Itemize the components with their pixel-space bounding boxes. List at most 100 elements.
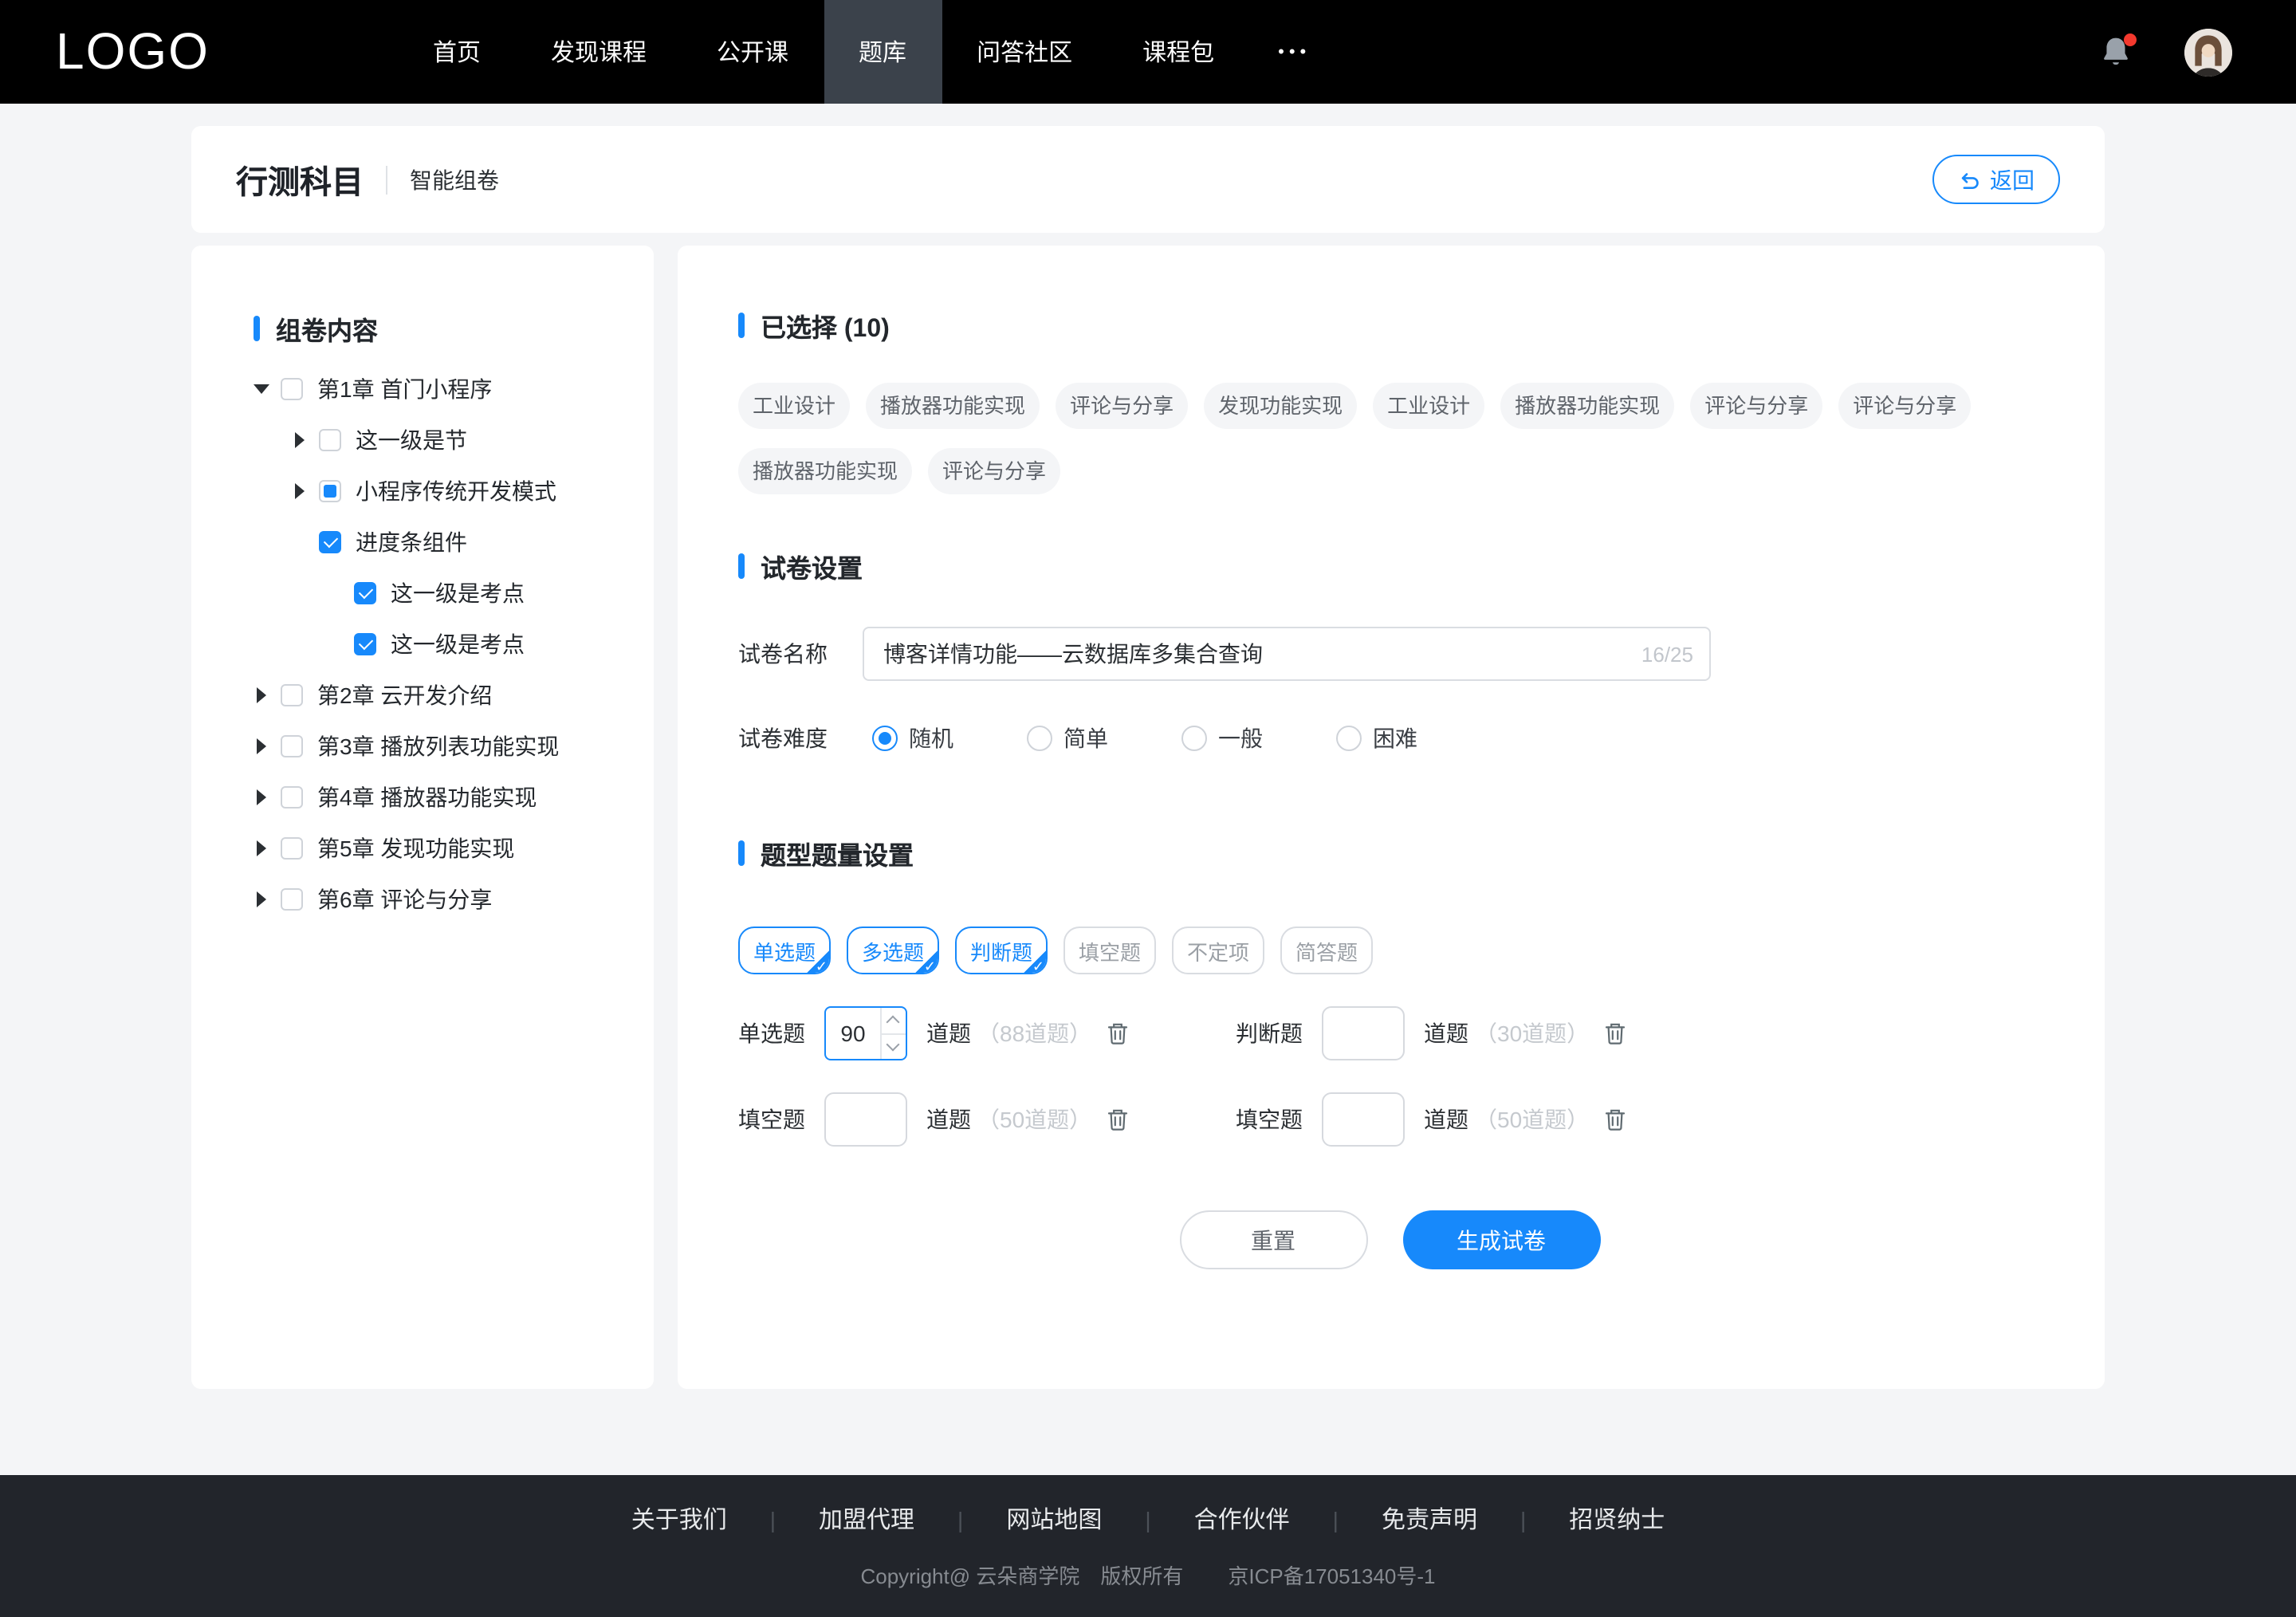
question-quantity-rows: 单选题 道题 （88道题） 判断题 道题 （30道题） (738, 1006, 2041, 1147)
section-title-bar (254, 316, 260, 341)
question-quantity-row: 判断题 道题 （30道题） (1236, 1006, 1627, 1060)
quantity-input[interactable] (826, 1094, 906, 1145)
tree-expand-arrow-icon[interactable] (254, 686, 269, 705)
nav-item[interactable]: 首页 (398, 0, 516, 104)
tree-checkbox[interactable] (281, 837, 303, 860)
delete-button[interactable] (1104, 1021, 1130, 1046)
selected-tag[interactable]: 评论与分享 (1838, 383, 1972, 429)
footer-link[interactable]: 加盟代理 (819, 1502, 1006, 1536)
footer-link[interactable]: 招贤纳士 (1569, 1502, 1665, 1536)
question-type-button[interactable]: 多选题 (847, 927, 939, 974)
tree-checkbox[interactable] (354, 582, 376, 604)
delete-button[interactable] (1602, 1021, 1627, 1046)
selected-check-icon (805, 949, 829, 973)
question-type-button[interactable]: 单选题 (738, 927, 831, 974)
tree-expand-arrow-icon[interactable] (292, 431, 308, 450)
tree-row[interactable]: 这一级是考点 (254, 619, 628, 670)
radio-icon (1181, 726, 1207, 751)
selected-tag[interactable]: 播放器功能实现 (866, 383, 1040, 429)
tree-expand-arrow-icon[interactable] (254, 737, 269, 756)
tree-expand-arrow-icon[interactable] (254, 380, 269, 399)
question-type-label: 不定项 (1186, 940, 1249, 964)
char-counter: 16/25 (1641, 642, 1693, 666)
question-type-button[interactable]: 判断题 (955, 927, 1048, 974)
generate-paper-button[interactable]: 生成试卷 (1402, 1210, 1600, 1269)
quantity-input[interactable] (1323, 1094, 1403, 1145)
nav-item[interactable]: 发现课程 (516, 0, 682, 104)
tree-checkbox[interactable] (281, 378, 303, 400)
tree-expand-arrow-icon[interactable] (254, 788, 269, 807)
footer-links: 关于我们加盟代理网站地图合作伙伴免责声明招贤纳士 (0, 1502, 2296, 1536)
reset-button[interactable]: 重置 (1179, 1210, 1367, 1269)
tree-expand-arrow-icon[interactable] (292, 482, 308, 501)
question-type-button[interactable]: 填空题 (1063, 927, 1156, 974)
nav-item[interactable]: 题库 (824, 0, 942, 104)
selected-tag[interactable]: 播放器功能实现 (738, 448, 913, 494)
difficulty-radio[interactable]: 随机 (872, 722, 953, 754)
selected-tag[interactable]: 评论与分享 (928, 448, 1061, 494)
difficulty-radio[interactable]: 一般 (1181, 722, 1263, 754)
selected-tag[interactable]: 工业设计 (1373, 383, 1485, 429)
tree-checkbox[interactable] (281, 735, 303, 757)
nav-item[interactable]: 公开课 (682, 0, 824, 104)
tree-checkbox[interactable] (281, 888, 303, 911)
tree-row[interactable]: 这一级是节 (254, 415, 628, 466)
tree-checkbox[interactable] (354, 633, 376, 655)
page-header: 行测科目 智能组卷 返回 (191, 126, 2105, 233)
delete-button[interactable] (1602, 1107, 1627, 1132)
quantity-input[interactable] (1323, 1008, 1403, 1059)
tree-row[interactable]: 第6章 评论与分享 (254, 874, 628, 925)
difficulty-radio[interactable]: 简单 (1027, 722, 1108, 754)
question-quantity-row: 单选题 道题 （88道题） (738, 1006, 1236, 1060)
selected-tag[interactable]: 评论与分享 (1056, 383, 1189, 429)
tree-checkbox[interactable] (319, 429, 341, 451)
selected-tag[interactable]: 播放器功能实现 (1500, 383, 1675, 429)
selected-tag[interactable]: 评论与分享 (1690, 383, 1823, 429)
footer-link[interactable]: 网站地图 (1006, 1502, 1193, 1536)
tree-row[interactable]: 第1章 首门小程序 (254, 364, 628, 415)
decrease-button[interactable] (882, 1034, 906, 1059)
back-button[interactable]: 返回 (1932, 155, 2060, 204)
difficulty-radio[interactable]: 困难 (1336, 722, 1417, 754)
nav-item[interactable]: 课程包 (1107, 0, 1249, 104)
paper-name-input[interactable] (864, 641, 1709, 667)
notification-bell-icon[interactable] (2098, 33, 2137, 71)
page-title: 行测科目 (236, 166, 364, 201)
question-type-button[interactable]: 不定项 (1172, 927, 1264, 974)
nav-more-button[interactable]: ••• (1249, 42, 1339, 61)
quantity-hint: （50道题） (977, 1107, 1092, 1132)
tree-checkbox[interactable] (319, 531, 341, 553)
delete-button[interactable] (1104, 1107, 1130, 1132)
footer-link[interactable]: 免责声明 (1382, 1502, 1569, 1536)
tree-row[interactable]: 第4章 播放器功能实现 (254, 772, 628, 823)
tree-row[interactable]: 第3章 播放列表功能实现 (254, 721, 628, 772)
tree-row[interactable]: 进度条组件 (254, 517, 628, 568)
tree-checkbox[interactable] (281, 684, 303, 706)
radio-label: 简单 (1063, 726, 1108, 751)
selected-tag[interactable]: 工业设计 (738, 383, 851, 429)
footer-link[interactable]: 合作伙伴 (1194, 1502, 1382, 1536)
back-arrow-icon (1958, 168, 1980, 191)
quantity-field (1322, 1092, 1405, 1147)
tree-row-label: 第2章 云开发介绍 (317, 683, 493, 708)
tree-expand-arrow-icon[interactable] (254, 890, 269, 909)
user-avatar[interactable] (2184, 28, 2232, 76)
quantity-hint: （50道题） (1475, 1107, 1590, 1132)
tree-row[interactable]: 第2章 云开发介绍 (254, 670, 628, 721)
tree-checkbox[interactable] (319, 480, 341, 502)
increase-button[interactable] (882, 1008, 906, 1034)
footer-link[interactable]: 关于我们 (631, 1502, 819, 1536)
selected-check-icon (1022, 949, 1046, 973)
tree-row[interactable]: 第5章 发现功能实现 (254, 823, 628, 874)
tree-expand-arrow-icon[interactable] (254, 839, 269, 858)
tree-row[interactable]: 小程序传统开发模式 (254, 466, 628, 517)
copyright-text: Copyright@ 云朵商学院 版权所有 (860, 1564, 1184, 1588)
question-quantity-row: 填空题 道题 （50道题） (738, 1092, 1236, 1147)
tree-checkbox[interactable] (281, 786, 303, 808)
quantity-input[interactable] (826, 1008, 880, 1059)
page-subtitle: 智能组卷 (410, 167, 499, 192)
nav-item[interactable]: 问答社区 (942, 0, 1107, 104)
question-type-button[interactable]: 简答题 (1280, 927, 1373, 974)
selected-tag[interactable]: 发现功能实现 (1204, 383, 1358, 429)
tree-row[interactable]: 这一级是考点 (254, 568, 628, 619)
